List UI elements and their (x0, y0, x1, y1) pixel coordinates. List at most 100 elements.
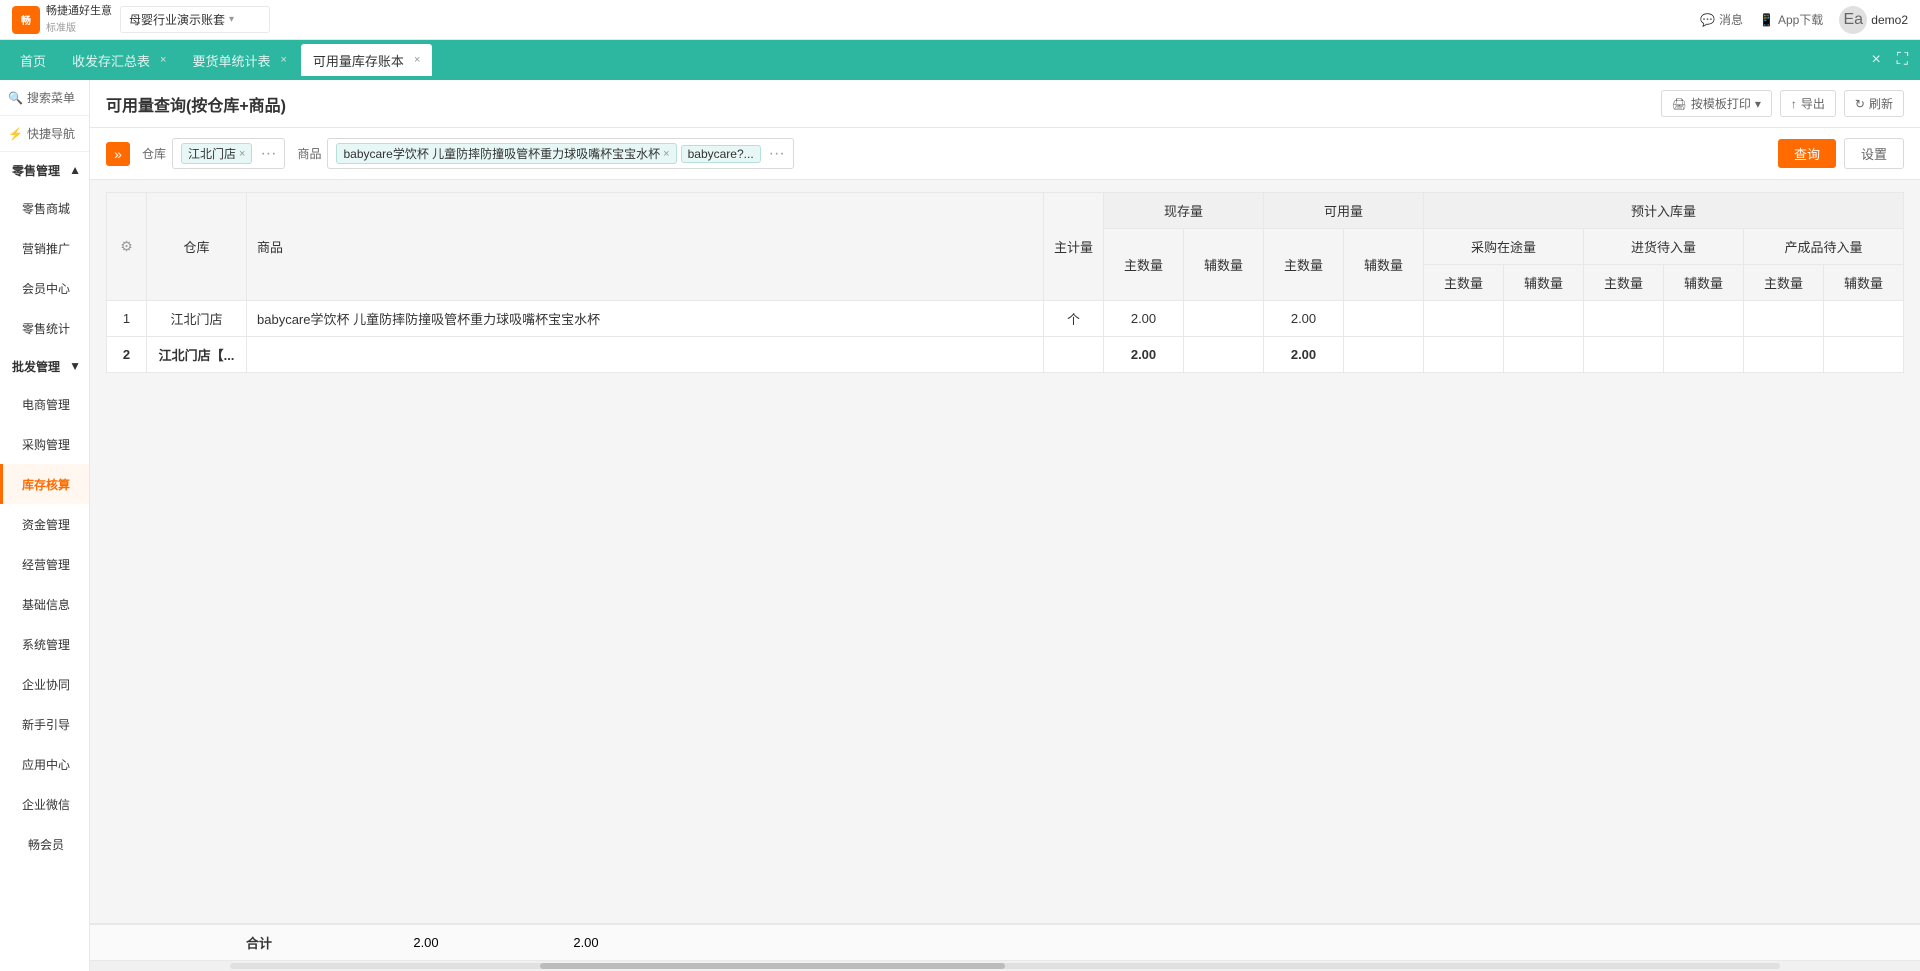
maximize-button[interactable]: ⛶ (1893, 49, 1912, 71)
th-available-main: 主数量 (1264, 229, 1344, 301)
cell-production-aux (1824, 301, 1904, 337)
message-label: 消息 (1719, 11, 1743, 28)
warehouse-filter-group: 仓库 江北门店 × ··· (142, 138, 285, 169)
sidebar-item-wholesale-mgmt[interactable]: 批发管理 ▼ (0, 348, 89, 384)
chevron-down-icon: ▾ (1755, 97, 1761, 111)
close-all-tabs-button[interactable]: × (1867, 49, 1884, 71)
top-bar-right: 💬 消息 📱 App下载 Ea demo2 (1700, 6, 1908, 34)
table-footer: 合计 2.00 2.00 (90, 923, 1920, 961)
download-label: App下载 (1778, 11, 1823, 28)
sidebar-item-wechat[interactable]: 企业微信 (0, 784, 89, 824)
sidebar-item-marketing[interactable]: 营销推广 (0, 228, 89, 268)
cell-incoming-main (1584, 301, 1664, 337)
cell-unit (1043, 337, 1103, 373)
cell-product: babycare学饮杯 儿童防摔防撞吸管杯重力球吸嘴杯宝宝水杯 (247, 301, 1044, 337)
sidebar-item-purchase[interactable]: 采购管理 (0, 424, 89, 464)
sidebar-item-basic[interactable]: 基础信息 (0, 584, 89, 624)
tab-bar: 首页 收发存汇总表 × 要货单统计表 × 可用量库存账本 × × ⛶ (0, 40, 1920, 80)
sidebar-item-member[interactable]: 会员中心 (0, 268, 89, 308)
sidebar-item-finance[interactable]: 资金管理 (0, 504, 89, 544)
sidebar-item-system[interactable]: 系统管理 (0, 624, 89, 664)
warehouse-tag-remove[interactable]: × (239, 148, 245, 160)
tab-order-label: 要货单统计表 (192, 51, 270, 70)
username-label: demo2 (1871, 13, 1908, 27)
sidebar-search[interactable]: 🔍 搜索菜单 (0, 80, 89, 116)
tab-order-close[interactable]: × (280, 54, 286, 66)
sidebar-item-newbie[interactable]: 新手引导 (0, 704, 89, 744)
footer-total-label: 合计 (246, 933, 386, 952)
cell-production-aux (1824, 337, 1904, 373)
sidebar-item-retail-mgmt[interactable]: 零售管理 ▲ (0, 152, 89, 188)
cell-stock-aux (1184, 301, 1264, 337)
brand-version: 标准版 (46, 19, 112, 34)
industry-label: 母婴行业演示账套 (129, 11, 225, 28)
filter-bar: » 仓库 江北门店 × ··· 商品 babycare学饮杯 儿童防摔防撞吸管杯… (90, 128, 1920, 180)
message-button[interactable]: 💬 消息 (1700, 11, 1743, 28)
sidebar-enterprise-label: 企业协同 (22, 676, 70, 693)
query-button[interactable]: 查询 (1778, 139, 1836, 168)
product-more-icon[interactable]: ··· (769, 145, 785, 163)
industry-selector[interactable]: 母婴行业演示账套 ▾ (120, 6, 270, 33)
gear-icon[interactable]: ⚙ (120, 238, 133, 254)
sidebar-item-enterprise[interactable]: 企业协同 (0, 664, 89, 704)
cell-purchase-aux (1504, 337, 1584, 373)
export-button[interactable]: ↑ 导出 (1780, 90, 1836, 117)
cell-warehouse: 江北门店 (147, 301, 247, 337)
cell-production-main (1744, 337, 1824, 373)
cell-stock-aux (1184, 337, 1264, 373)
sidebar-retail-stats-label: 零售统计 (22, 320, 70, 337)
sidebar-inventory-label: 库存核算 (22, 476, 70, 493)
sidebar-item-inventory[interactable]: 库存核算 (0, 464, 89, 504)
brand-icon: 畅 (12, 6, 40, 34)
scroll-thumb[interactable] (540, 963, 1005, 969)
cell-incoming-main (1584, 337, 1664, 373)
sidebar-system-label: 系统管理 (22, 636, 70, 653)
page-header: 可用量查询(按仓库+商品) 🖨 按模板打印 ▾ ↑ 导出 ↻ 刷新 (90, 80, 1920, 128)
refresh-icon: ↻ (1855, 97, 1865, 111)
sidebar: 🔍 搜索菜单 ⚡ 快捷导航 零售管理 ▲ 零售商城 营销推广 会员中心 零售统计… (0, 80, 90, 971)
bottom-scrollbar[interactable] (90, 961, 1920, 971)
tab-collect-close[interactable]: × (160, 54, 166, 66)
sidebar-ecommerce-label: 电商管理 (22, 396, 70, 413)
tab-home[interactable]: 首页 (8, 44, 58, 76)
sidebar-item-retail-shop[interactable]: 零售商城 (0, 188, 89, 228)
download-icon: 📱 (1759, 13, 1774, 27)
sidebar-nav[interactable]: ⚡ 快捷导航 (0, 116, 89, 152)
th-purchase-main: 主数量 (1424, 265, 1504, 301)
tab-collect[interactable]: 收发存汇总表 × (60, 44, 178, 76)
tab-available-close[interactable]: × (414, 54, 420, 66)
sidebar-item-retail-stats[interactable]: 零售统计 (0, 308, 89, 348)
sidebar-wholesale-label: 批发管理 (12, 358, 60, 375)
tab-home-label: 首页 (20, 51, 46, 70)
sidebar-retail-shop-label: 零售商城 (22, 200, 70, 217)
filter-actions: 查询 设置 (1778, 138, 1904, 169)
page-title: 可用量查询(按仓库+商品) (106, 92, 286, 126)
brand-name: 畅捷通好生意 (46, 5, 112, 18)
product-tag-2-text: babycare?... (688, 147, 754, 161)
refresh-button[interactable]: ↻ 刷新 (1844, 90, 1904, 117)
refresh-label: 刷新 (1869, 95, 1893, 112)
th-settings[interactable]: ⚙ (107, 193, 147, 301)
app-download-button[interactable]: 📱 App下载 (1759, 11, 1823, 28)
user-profile[interactable]: Ea demo2 (1839, 6, 1908, 34)
warehouse-more-icon[interactable]: ··· (260, 145, 276, 163)
settings-button[interactable]: 设置 (1844, 138, 1904, 169)
sidebar-item-ecommerce[interactable]: 电商管理 (0, 384, 89, 424)
warehouse-filter-input[interactable]: 江北门店 × ··· (172, 138, 285, 169)
product-filter-group: 商品 babycare学饮杯 儿童防摔防撞吸管杯重力球吸嘴杯宝宝水杯 × bab… (297, 138, 793, 169)
product-filter-input[interactable]: babycare学饮杯 儿童防摔防撞吸管杯重力球吸嘴杯宝宝水杯 × babyca… (327, 138, 793, 169)
tab-order[interactable]: 要货单统计表 × (180, 44, 298, 76)
main-layout: 🔍 搜索菜单 ⚡ 快捷导航 零售管理 ▲ 零售商城 营销推广 会员中心 零售统计… (0, 80, 1920, 971)
product-tag-1-remove[interactable]: × (663, 148, 669, 160)
warehouse-tag-text: 江北门店 (188, 145, 236, 162)
table-wrapper[interactable]: ⚙ 仓库 商品 主计量 现存量 可用量 预计入库量 主数量 辅数量 主数量 辅数… (90, 180, 1920, 923)
sidebar-item-operations[interactable]: 经营管理 (0, 544, 89, 584)
sidebar-item-vip[interactable]: 畅会员 (0, 824, 89, 864)
export-icon: ↑ (1791, 97, 1797, 111)
chevron-down-icon: ▾ (229, 14, 234, 25)
tab-available[interactable]: 可用量库存账本 × (301, 44, 432, 76)
filter-expand-button[interactable]: » (106, 142, 130, 166)
th-production-sub: 产成品待入量 (1744, 229, 1904, 265)
template-print-button[interactable]: 🖨 按模板打印 ▾ (1661, 90, 1772, 117)
sidebar-item-appstore[interactable]: 应用中心 (0, 744, 89, 784)
